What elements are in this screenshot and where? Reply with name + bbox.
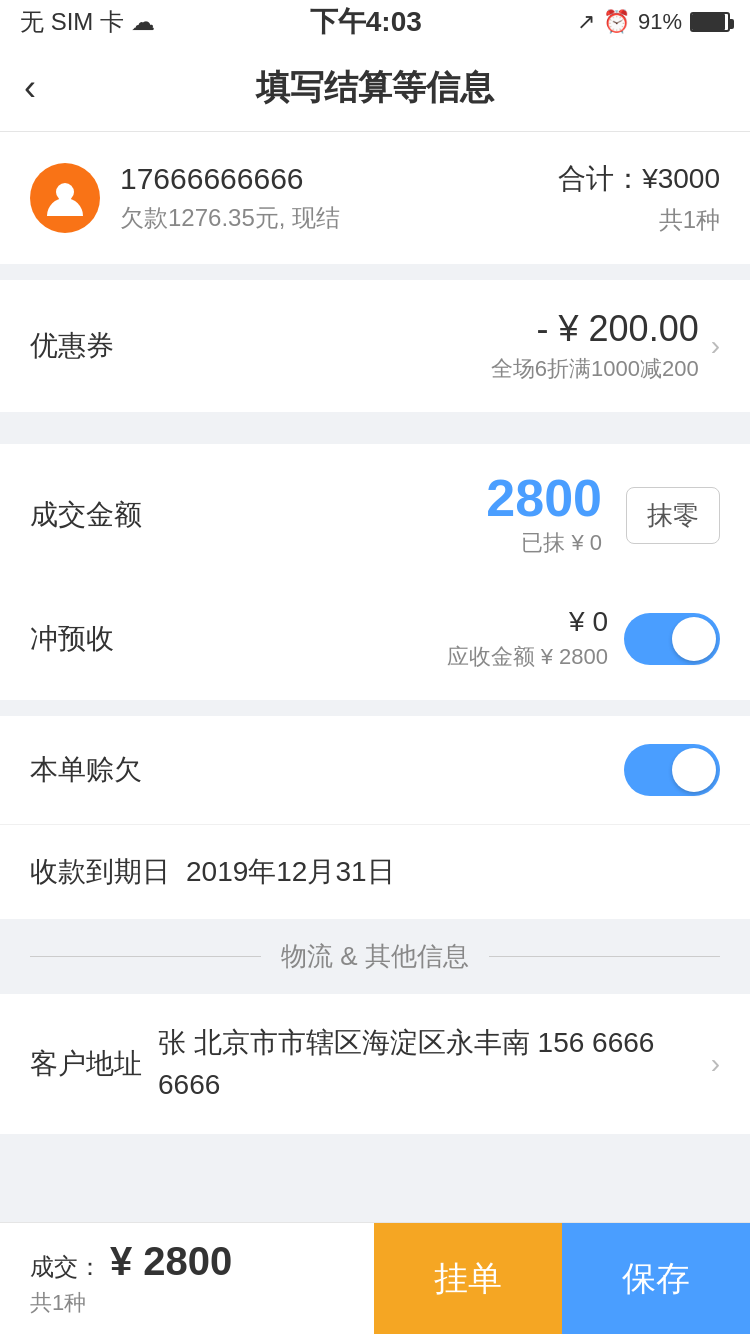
main-content: 17666666666 欠款1276.35元, 现结 合计：¥3000 共1种 … (0, 132, 750, 1254)
nav-bar: ‹ 填写结算等信息 (0, 44, 750, 132)
duedate-row: 收款到期日 2019年12月31日 (0, 825, 750, 919)
pending-button[interactable]: 挂单 (374, 1223, 562, 1335)
address-value: 张 北京市市辖区海淀区永丰南 156 6666 6666 (158, 1022, 695, 1106)
location-icon: ↗ (577, 9, 595, 35)
avatar (30, 163, 100, 233)
customer-left: 17666666666 欠款1276.35元, 现结 (30, 162, 340, 234)
status-bar: 无 SIM 卡 ☁ 下午4:03 ↗ ⏰ 91% (0, 0, 750, 44)
address-row[interactable]: 客户地址 张 北京市市辖区海淀区永丰南 156 6666 6666 › (0, 994, 750, 1134)
section-gap-2 (0, 700, 750, 716)
prepaid-amount-block: ¥ 0 应收金额 ¥ 2800 (447, 606, 608, 672)
prepaid-toggle[interactable] (624, 613, 720, 665)
total-amount: 合计：¥3000 (558, 160, 720, 198)
divider-line-left (30, 956, 261, 957)
bottom-deal-label: 成交： (30, 1251, 102, 1283)
battery-label: 91% (638, 9, 682, 35)
amount-section: 成交金额 2800 已抹 ¥ 0 抹零 冲预收 ¥ 0 应收金额 ¥ 2800 (0, 444, 750, 700)
bottom-bar: 成交： ¥ 2800 共1种 挂单 保存 (0, 1222, 750, 1334)
coupon-discount: - ¥ 200.00 (491, 308, 699, 350)
customer-phone: 17666666666 (120, 162, 340, 196)
chevron-right-icon: › (711, 330, 720, 362)
address-chevron-icon: › (711, 1048, 720, 1080)
divider-line-right (489, 956, 720, 957)
total-count: 共1种 (558, 204, 720, 236)
prepaid-sub: 应收金额 ¥ 2800 (447, 642, 608, 672)
customer-total: 合计：¥3000 共1种 (558, 160, 720, 236)
status-left: 无 SIM 卡 ☁ (20, 6, 155, 38)
debt-label: 本单赊欠 (30, 751, 142, 789)
coupon-desc: 全场6折满1000减200 (491, 354, 699, 384)
logistics-label: 物流 & 其他信息 (281, 939, 469, 974)
duedate-value: 2019年12月31日 (186, 853, 395, 891)
round-off-button[interactable]: 抹零 (626, 487, 720, 544)
debt-row: 本单赊欠 (0, 716, 750, 825)
prepaid-row: 冲预收 ¥ 0 应收金额 ¥ 2800 (0, 586, 750, 700)
save-button[interactable]: 保存 (562, 1223, 750, 1335)
coupon-label: 优惠券 (30, 327, 114, 365)
section-gap-1 (0, 428, 750, 444)
address-label: 客户地址 (30, 1045, 142, 1083)
amount-right: 2800 已抹 ¥ 0 抹零 (486, 472, 720, 558)
amount-value: 2800 (486, 472, 602, 524)
alarm-icon: ⏰ (603, 9, 630, 35)
bottom-deal-amount: ¥ 2800 (110, 1239, 232, 1284)
coupon-content: - ¥ 200.00 全场6折满1000减200 (491, 308, 699, 384)
battery-icon (690, 12, 730, 32)
bottom-deal: 成交： ¥ 2800 (30, 1239, 344, 1284)
amount-row: 成交金额 2800 已抹 ¥ 0 抹零 (0, 444, 750, 586)
status-right: ↗ ⏰ 91% (577, 9, 730, 35)
toggle-knob (672, 617, 716, 661)
prepaid-amount: ¥ 0 (447, 606, 608, 638)
debt-toggle-knob (672, 748, 716, 792)
coupon-right: - ¥ 200.00 全场6折满1000减200 › (491, 308, 720, 384)
page-title: 填写结算等信息 (256, 65, 494, 111)
sim-label: 无 SIM 卡 ☁ (20, 6, 155, 38)
back-button[interactable]: ‹ (24, 67, 36, 109)
prepaid-label: 冲预收 (30, 620, 114, 658)
prepaid-right: ¥ 0 应收金额 ¥ 2800 (447, 606, 720, 672)
coupon-section: 优惠券 - ¥ 200.00 全场6折满1000减200 › (0, 280, 750, 412)
bottom-summary: 成交： ¥ 2800 共1种 (0, 1239, 374, 1318)
amount-sub: 已抹 ¥ 0 (486, 528, 602, 558)
status-time: 下午4:03 (310, 3, 422, 41)
customer-debt: 欠款1276.35元, 现结 (120, 202, 340, 234)
coupon-row[interactable]: 优惠券 - ¥ 200.00 全场6折满1000减200 › (0, 280, 750, 412)
customer-card: 17666666666 欠款1276.35元, 现结 合计：¥3000 共1种 (0, 132, 750, 264)
logistics-divider: 物流 & 其他信息 (0, 919, 750, 994)
customer-info: 17666666666 欠款1276.35元, 现结 (120, 162, 340, 234)
amount-label: 成交金额 (30, 496, 142, 534)
duedate-label: 收款到期日 (30, 853, 170, 891)
debt-toggle[interactable] (624, 744, 720, 796)
bottom-count: 共1种 (30, 1288, 344, 1318)
